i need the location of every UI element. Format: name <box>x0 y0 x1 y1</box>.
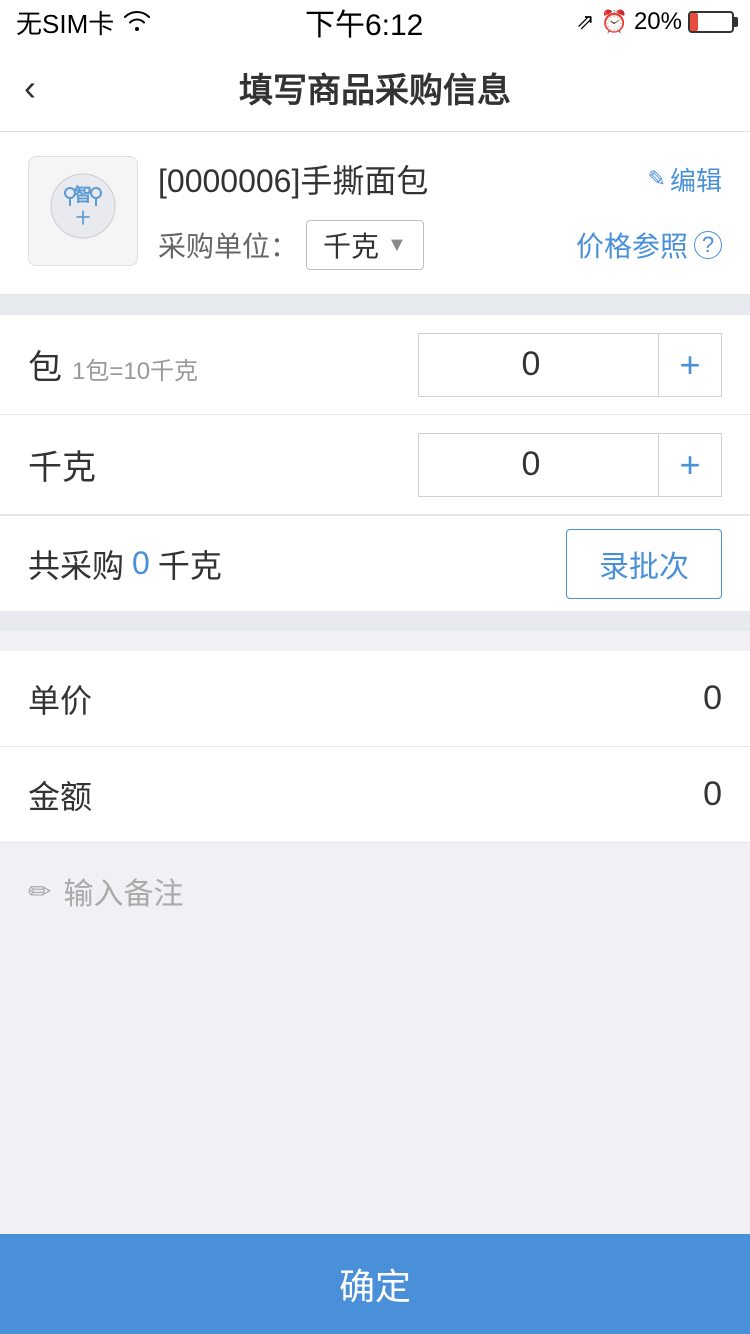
amount-label: 金额 <box>28 772 92 818</box>
content-spacer <box>0 965 750 1245</box>
product-unit-row: 采购单位： 千克 ▼ 价格参照 ? <box>158 220 722 270</box>
status-bar: 无SIM卡 下午6:12 ⇗ ⏰ 20% <box>0 0 750 44</box>
product-header: [0000006]手撕面包 ✎ 编辑 <box>158 156 722 202</box>
svg-text:智: 智 <box>74 184 92 205</box>
record-batch-button[interactable]: 录批次 <box>566 529 722 599</box>
page-title: 填写商品采购信息 <box>239 63 511 112</box>
help-icon: ? <box>694 231 722 259</box>
price-reference-button[interactable]: 价格参照 ? <box>576 225 722 265</box>
status-right: ⇗ ⏰ 20% <box>576 8 734 36</box>
dropdown-icon: ▼ <box>387 234 407 257</box>
location-icon: ⇗ <box>576 9 594 35</box>
input-section: 包 1包=10千克 + 千克 + <box>0 315 750 515</box>
kg-quantity-input[interactable] <box>418 433 658 497</box>
wifi-icon <box>122 7 152 38</box>
confirm-label: 确定 <box>339 1258 411 1310</box>
battery-icon <box>688 11 734 33</box>
unit-price-label: 单价 <box>28 676 92 722</box>
edit-icon: ✎ <box>648 166 666 192</box>
bag-label: 包 1包=10千克 <box>28 340 228 389</box>
product-logo: 智 十 <box>48 171 118 250</box>
carrier-label: 无SIM卡 <box>16 4 114 41</box>
unit-label: 采购单位： <box>158 225 298 265</box>
svg-text:十: 十 <box>76 210 90 226</box>
status-left: 无SIM卡 <box>16 4 152 41</box>
product-name: [0000006]手撕面包 <box>158 156 428 202</box>
total-count: 0 <box>132 545 150 582</box>
alarm-icon: ⏰ <box>601 9 628 35</box>
status-time: 下午6:12 <box>305 0 423 44</box>
price-section: 单价 0 金额 0 <box>0 651 750 843</box>
amount-value: 0 <box>703 775 722 814</box>
amount-row: 金额 0 <box>0 747 750 843</box>
kg-plus-button[interactable]: + <box>658 433 722 497</box>
product-image: 智 十 <box>28 156 138 266</box>
remark-placeholder: ✏ 输入备注 <box>28 869 722 913</box>
bag-quantity-input[interactable] <box>418 333 658 397</box>
remark-section[interactable]: ✏ 输入备注 <box>0 845 750 965</box>
confirm-bar[interactable]: 确定 <box>0 1234 750 1334</box>
bag-input-control: + <box>228 333 722 397</box>
bag-input-row: 包 1包=10千克 + <box>0 315 750 415</box>
unit-price-row: 单价 0 <box>0 651 750 747</box>
back-button[interactable]: ‹ <box>24 67 36 109</box>
kg-label: 千克 <box>28 440 228 489</box>
total-label: 共采购 0 千克 <box>28 541 222 587</box>
kg-input-control: + <box>228 433 722 497</box>
bag-plus-button[interactable]: + <box>658 333 722 397</box>
kg-input-row: 千克 + <box>0 415 750 515</box>
unit-price-value: 0 <box>703 679 722 718</box>
section-divider-2 <box>0 611 750 631</box>
unit-select[interactable]: 千克 ▼ <box>306 220 424 270</box>
product-card: 智 十 [0000006]手撕面包 ✎ 编辑 采购单位： 千克 <box>0 132 750 295</box>
pencil-icon: ✏ <box>28 875 51 908</box>
edit-button[interactable]: ✎ 编辑 <box>648 161 722 198</box>
section-divider-1 <box>0 295 750 315</box>
nav-bar: ‹ 填写商品采购信息 <box>0 44 750 132</box>
total-row: 共采购 0 千克 录批次 <box>0 515 750 611</box>
battery-percent: 20% <box>634 8 682 36</box>
product-info: [0000006]手撕面包 ✎ 编辑 采购单位： 千克 ▼ 价格参照 ? <box>158 156 722 270</box>
